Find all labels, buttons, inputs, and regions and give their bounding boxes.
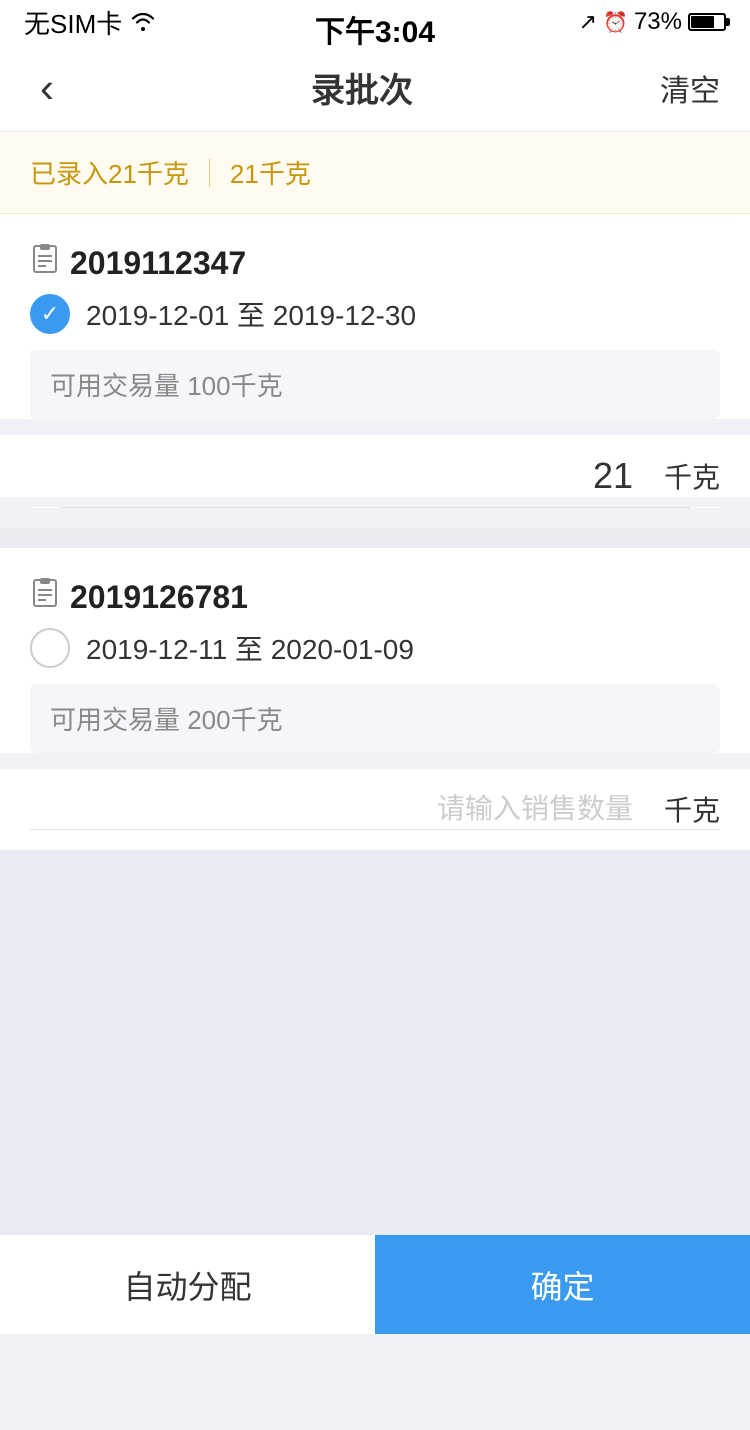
batch-2-avail: 可用交易量 200千克: [30, 684, 720, 753]
batch-1-avail: 可用交易量 100千克: [30, 350, 720, 419]
batch-1-icon: [30, 244, 60, 282]
back-button[interactable]: ‹: [30, 54, 64, 122]
section-separator: [0, 528, 750, 548]
batch-1-date: 2019-12-01 至 2019-12-30: [86, 294, 416, 334]
info-banner: 已录入21千克 21千克: [0, 132, 750, 214]
batch-2-header: 2019126781: [30, 578, 720, 616]
batch-2-input-row: 千克: [0, 769, 750, 829]
batch-2-underline: [0, 829, 750, 850]
alarm-icon: ⏰: [603, 10, 628, 35]
batch-1-header: 2019112347: [30, 244, 720, 282]
batch-2-unit: 千克: [664, 789, 720, 829]
wifi-icon: [130, 7, 156, 38]
batch-2-date: 2019-12-11 至 2020-01-09: [86, 628, 414, 668]
batch-2-avail-text: 可用交易量 200千克: [50, 705, 283, 735]
batch-1-underline: [30, 507, 720, 508]
carrier-text: 无SIM卡: [24, 4, 122, 41]
batch-1-date-row: ✓ 2019-12-01 至 2019-12-30: [30, 294, 720, 334]
status-time: 下午3:04: [315, 7, 435, 51]
batch-1-avail-text: 可用交易量 100千克: [50, 371, 283, 401]
batch-2-icon: [30, 578, 60, 616]
batch-item-2: 2019126781 2019-12-11 至 2020-01-09 可用交易量…: [0, 548, 750, 753]
batch-1-input-row: 千克: [0, 435, 750, 497]
batch-2-date-row: 2019-12-11 至 2020-01-09: [30, 628, 720, 668]
clear-button[interactable]: 清空: [660, 66, 720, 110]
nav-bar: ‹ 录批次 清空: [0, 44, 750, 132]
battery-percent: 73%: [634, 8, 682, 36]
status-carrier: 无SIM卡: [24, 4, 156, 41]
status-bar: 无SIM卡 下午3:04 ↗ ⏰ 73%: [0, 0, 750, 44]
batch-2-qty-input[interactable]: [428, 793, 648, 825]
confirm-button[interactable]: 确定: [375, 1235, 750, 1334]
battery-icon: [688, 13, 726, 31]
batch-2-radio[interactable]: [30, 628, 70, 668]
location-icon: ↗: [579, 9, 597, 35]
page-title: 录批次: [311, 63, 413, 112]
auto-distribute-button[interactable]: 自动分配: [0, 1235, 375, 1334]
check-icon: ✓: [41, 303, 59, 325]
already-entered-label: 已录入21千克: [30, 154, 189, 191]
batch-1-id: 2019112347: [70, 245, 246, 282]
total-label: 21千克: [230, 154, 311, 191]
batch-1-qty-input[interactable]: [548, 455, 648, 497]
bottom-bar: 自动分配 确定: [0, 1234, 750, 1334]
batch-1-unit: 千克: [664, 456, 720, 496]
batch-item-1: 2019112347 ✓ 2019-12-01 至 2019-12-30 可用交…: [0, 214, 750, 419]
batch-2-id: 2019126781: [70, 579, 248, 616]
batch-1-radio[interactable]: ✓: [30, 294, 70, 334]
status-right: ↗ ⏰ 73%: [579, 8, 726, 36]
info-divider: [209, 159, 210, 187]
